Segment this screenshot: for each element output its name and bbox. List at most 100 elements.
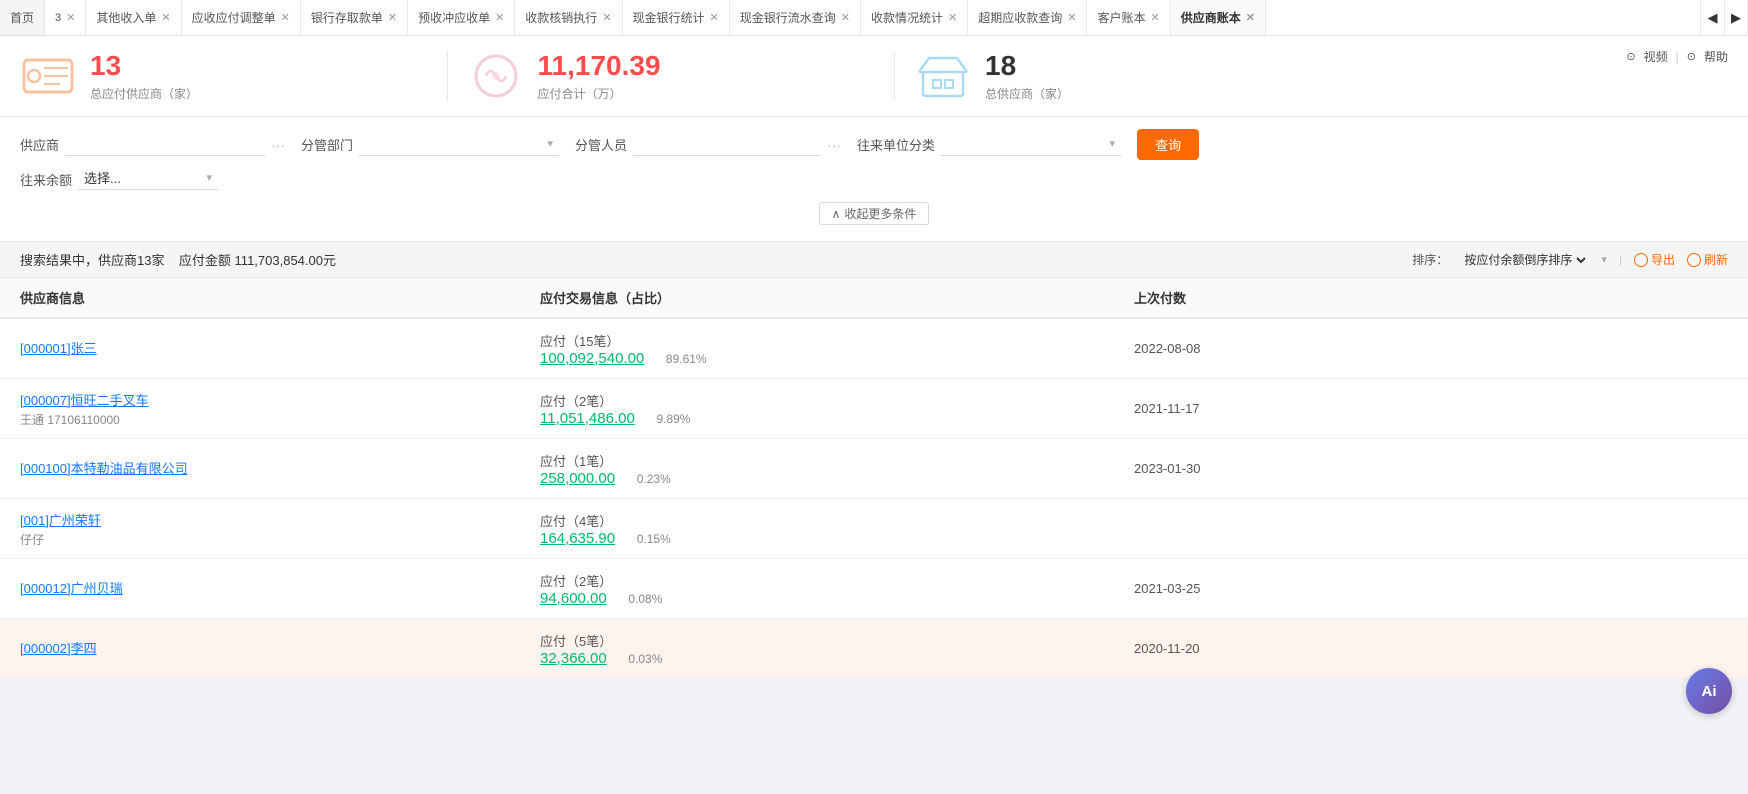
- nav-tab-customer-ledger-label: 客户账本: [1097, 9, 1145, 26]
- person-input[interactable]: [633, 134, 821, 156]
- supplier-info-cell-3: [001]广州荣轩 仔仔: [20, 510, 540, 548]
- pay-count-2: 应付（1笔）: [540, 451, 1134, 470]
- supplier-name-link-0[interactable]: [000001]张三: [20, 338, 540, 357]
- nav-tab-recv-exec[interactable]: 收款核销执行 ✕: [515, 0, 622, 35]
- pay-pct-4: 0.08%: [628, 592, 662, 606]
- query-button[interactable]: 查询: [1137, 129, 1199, 160]
- pay-amount-5[interactable]: 32,366.00: [540, 650, 607, 667]
- last-pay-cell-1: 2021-11-17: [1134, 401, 1728, 416]
- last-pay-cell-5: 2020-11-20: [1134, 641, 1728, 656]
- result-bar: 搜索结果中，供应商13家 应付金额 111,703,854.00元 排序： 按应…: [0, 242, 1748, 278]
- video-link[interactable]: 视频: [1644, 48, 1668, 65]
- nav-tab-overdue[interactable]: 超期应收款查询 ✕: [968, 0, 1087, 35]
- nav-tab-3[interactable]: 3 ✕: [45, 0, 86, 35]
- nav-tab-bank[interactable]: 银行存取款单 ✕: [301, 0, 408, 35]
- nav-tab-home[interactable]: 首页: [0, 0, 45, 35]
- close-icon-3[interactable]: ✕: [66, 11, 75, 24]
- close-icon-cash-bank-flow[interactable]: ✕: [841, 11, 850, 24]
- pay-info-cell-5: 应付（5笔） 32,366.00 0.03%: [540, 631, 1134, 667]
- nav-tab-cash-bank-stat-label: 现金银行统计: [633, 9, 705, 26]
- ai-button-label: Ai: [1702, 683, 1717, 700]
- close-icon-other-income[interactable]: ✕: [161, 11, 170, 24]
- pay-count-1: 应付（2笔）: [540, 391, 1134, 410]
- pay-info-cell-3: 应付（4笔） 164,635.90 0.15%: [540, 511, 1134, 547]
- close-icon-recv-stat[interactable]: ✕: [948, 11, 957, 24]
- person-ellipsis-icon[interactable]: ···: [827, 137, 841, 153]
- supplier-ellipsis-icon[interactable]: ···: [271, 137, 285, 153]
- supplier-info-cell-1: [000007]恒旺二手叉车 王通 17106110000: [20, 390, 540, 428]
- pay-pct-3: 0.15%: [637, 532, 671, 546]
- supplier-info-cell-4: [000012]广州贝瑞: [20, 578, 540, 599]
- pay-pct-2: 0.23%: [637, 472, 671, 486]
- nav-tab-ar-ap-label: 应收应付调整单: [192, 9, 276, 26]
- nav-tab-recv-exec-label: 收款核销执行: [525, 9, 597, 26]
- supplier-info-cell-0: [000001]张三: [20, 338, 540, 359]
- nav-tab-other-income-label: 其他收入单: [96, 9, 156, 26]
- close-icon-overdue[interactable]: ✕: [1067, 11, 1076, 24]
- collapse-button[interactable]: ∧ 收起更多条件: [819, 202, 930, 225]
- help-link[interactable]: 帮助: [1704, 48, 1728, 65]
- pay-amount-4[interactable]: 94,600.00: [540, 590, 607, 607]
- sort-select[interactable]: 按应付余额倒序排序: [1460, 252, 1589, 268]
- nav-tab-cash-bank-stat[interactable]: 现金银行统计 ✕: [623, 0, 730, 35]
- dept-select[interactable]: [359, 134, 559, 156]
- balance-select[interactable]: 选择...: [78, 168, 218, 190]
- summary-divider-2: [894, 51, 895, 101]
- nav-tab-cash-bank-flow[interactable]: 现金银行流水查询 ✕: [730, 0, 861, 35]
- close-icon-pre-recv[interactable]: ✕: [495, 11, 504, 24]
- close-icon-ar-ap[interactable]: ✕: [281, 11, 290, 24]
- nav-tab-other-income[interactable]: 其他收入单 ✕: [86, 0, 181, 35]
- supplier-name-link-1[interactable]: [000007]恒旺二手叉车: [20, 390, 540, 409]
- balance-filter-label: 往来余额: [20, 170, 72, 189]
- table-row: [000002]李四 应付（5笔） 32,366.00 0.03% 2020-1…: [0, 619, 1748, 679]
- pay-amount-0[interactable]: 100,092,540.00: [540, 350, 644, 367]
- close-icon-cash-bank-stat[interactable]: ✕: [710, 11, 719, 24]
- nav-next-button[interactable]: ▶: [1724, 0, 1748, 36]
- nav-tab-supplier-ledger[interactable]: 供应商账本 ✕: [1171, 0, 1266, 35]
- refresh-label: 刷新: [1704, 251, 1728, 268]
- nav-tab-pre-recv[interactable]: 预收冲应收单 ✕: [408, 0, 515, 35]
- person-filter-label: 分管人员: [575, 135, 627, 154]
- summary-item-payable-total: 11,170.39 应付合计（万）: [468, 48, 875, 104]
- table-row: [000100]本特勒油品有限公司 应付（1笔） 258,000.00 0.23…: [0, 439, 1748, 499]
- store-icon: [915, 48, 971, 104]
- close-icon-bank[interactable]: ✕: [388, 11, 397, 24]
- supplier-name-link-2[interactable]: [000100]本特勒油品有限公司: [20, 458, 540, 477]
- collapse-button-label: 收起更多条件: [844, 205, 916, 222]
- refresh-icon: [1687, 253, 1701, 267]
- export-button[interactable]: 导出: [1634, 251, 1675, 268]
- export-label: 导出: [1651, 251, 1675, 268]
- nav-tab-ar-ap[interactable]: 应收应付调整单 ✕: [182, 0, 301, 35]
- nav-prev-button[interactable]: ◀: [1700, 0, 1724, 36]
- separator: |: [1676, 50, 1679, 64]
- sort-dropdown-icon[interactable]: ▾: [1601, 253, 1607, 266]
- close-icon-recv-exec[interactable]: ✕: [602, 11, 611, 24]
- supplier-sub-3: 仔仔: [20, 531, 540, 548]
- category-filter-label: 往来单位分类: [857, 135, 935, 154]
- nav-tab-customer-ledger[interactable]: 客户账本 ✕: [1087, 0, 1170, 35]
- close-icon-supplier-ledger[interactable]: ✕: [1246, 11, 1255, 24]
- pay-amount-3[interactable]: 164,635.90: [540, 530, 615, 547]
- payable-suppliers-count: 13: [90, 50, 198, 82]
- ai-button[interactable]: Ai: [1686, 668, 1732, 714]
- table-row: [000007]恒旺二手叉车 王通 17106110000 应付（2笔） 11,…: [0, 379, 1748, 439]
- pay-amount-1[interactable]: 11,051,486.00: [540, 410, 635, 427]
- nav-tab-recv-stat[interactable]: 收款情况统计 ✕: [861, 0, 968, 35]
- supplier-info-cell-2: [000100]本特勒油品有限公司: [20, 458, 540, 479]
- supplier-name-link-3[interactable]: [001]广州荣轩: [20, 510, 540, 529]
- supplier-input[interactable]: [65, 134, 265, 156]
- category-select[interactable]: [941, 134, 1121, 156]
- nav-tab-bank-label: 银行存取款单: [311, 9, 383, 26]
- table-row: [001]广州荣轩 仔仔 应付（4笔） 164,635.90 0.15%: [0, 499, 1748, 559]
- supplier-name-link-5[interactable]: [000002]李四: [20, 638, 540, 657]
- nav-tab-3-label: 3: [55, 12, 61, 24]
- nav-tab-supplier-ledger-label: 供应商账本: [1181, 9, 1241, 26]
- supplier-name-link-4[interactable]: [000012]广州贝瑞: [20, 578, 540, 597]
- pay-amount-2[interactable]: 258,000.00: [540, 470, 615, 487]
- result-amount-text: 应付金额 111,703,854.00元: [179, 253, 336, 268]
- nav-tab-cash-bank-flow-label: 现金银行流水查询: [740, 9, 836, 26]
- refresh-button[interactable]: 刷新: [1687, 251, 1728, 268]
- close-icon-customer-ledger[interactable]: ✕: [1150, 11, 1159, 24]
- payable-total-label: 应付合计（万）: [538, 85, 661, 102]
- filter-area: 供应商 ··· 分管部门 分管人员 ··· 往来单位分类: [0, 117, 1748, 242]
